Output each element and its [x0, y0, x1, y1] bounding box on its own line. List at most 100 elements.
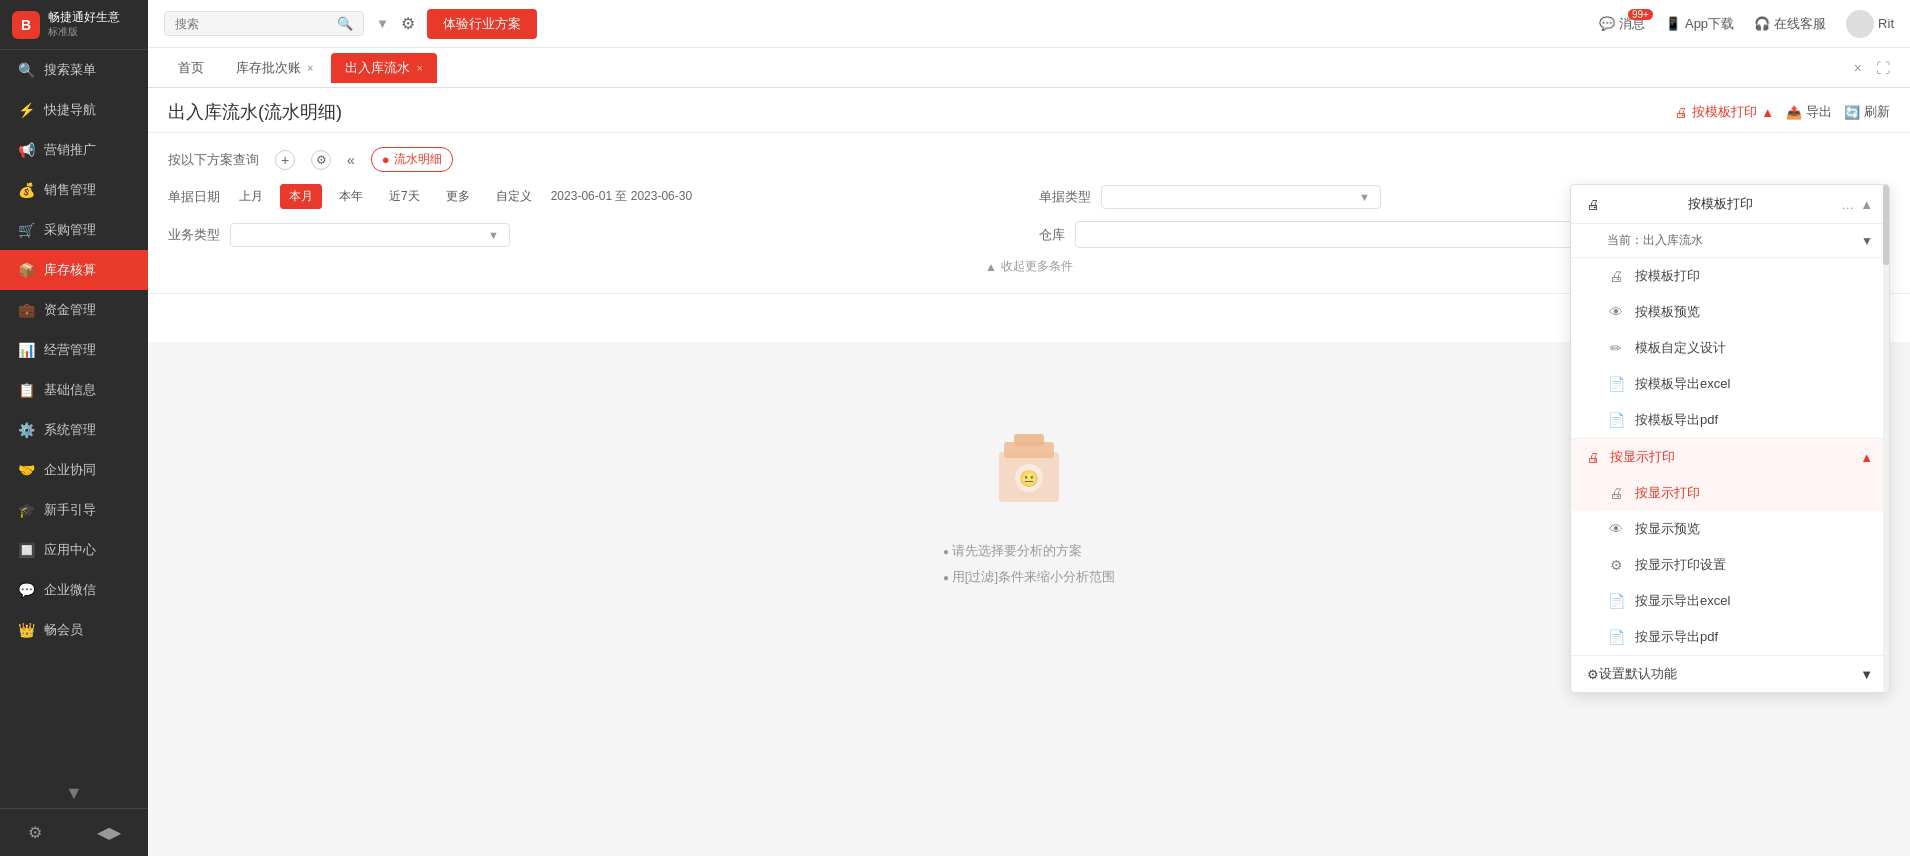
filter-collapse-button[interactable]: « — [347, 152, 355, 168]
app-download-button[interactable]: 📱 App下载 — [1665, 15, 1734, 33]
sidebar-item-finance[interactable]: 💼 资金管理 — [0, 290, 148, 330]
topbar: 🔍 ▼ ⚙ 体验行业方案 💬 消息 99+ 📱 App下载 🎧 在线客服 Rit — [148, 0, 1910, 48]
sidebar-label-operations: 经营管理 — [44, 341, 132, 359]
dropdown-footer[interactable]: ⚙ 设置默认功能 ▼ — [1571, 656, 1889, 692]
date-this-year-btn[interactable]: 本年 — [330, 184, 372, 209]
sidebar-item-inventory[interactable]: 📦 库存核算 — [0, 250, 148, 290]
dropdown-display-excel[interactable]: 📄 按显示导出excel — [1571, 583, 1889, 619]
trial-button[interactable]: 体验行业方案 — [427, 9, 537, 39]
app-version: 标准版 — [48, 25, 120, 39]
online-service-button[interactable]: 🎧 在线客服 — [1754, 15, 1826, 33]
bill-type-arrow-icon: ▼ — [1359, 191, 1370, 203]
sidebar-item-operations[interactable]: 📊 经营管理 — [0, 330, 148, 370]
sidebar-item-member[interactable]: 👑 畅会员 — [0, 610, 148, 650]
dropdown-template-print[interactable]: 🖨 按模板打印 — [1571, 258, 1889, 294]
sidebar-scroll-down[interactable]: ▼ — [0, 779, 148, 808]
sidebar-item-basic[interactable]: 📋 基础信息 — [0, 370, 148, 410]
export-icon: 📤 — [1786, 105, 1802, 120]
gear-icon[interactable]: ⚙ — [401, 14, 415, 33]
filter-tag-flow[interactable]: ● 流水明细 — [371, 147, 453, 172]
bill-type-select[interactable]: ▼ — [1101, 185, 1381, 209]
date-this-month-btn[interactable]: 本月 — [280, 184, 322, 209]
sidebar-item-search[interactable]: 🔍 搜索菜单 — [0, 50, 148, 90]
search-input[interactable] — [175, 17, 337, 31]
ellipsis-icon[interactable]: … — [1841, 197, 1854, 212]
tab-batch-close[interactable]: × — [307, 62, 313, 74]
dropdown-display-header[interactable]: 🖨 按显示打印 ▲ — [1571, 439, 1889, 475]
date-custom-btn[interactable]: 自定义 — [487, 184, 541, 209]
export-button[interactable]: 📤 导出 — [1786, 103, 1832, 121]
message-icon: 💬 — [1599, 16, 1615, 31]
sidebar-item-collab[interactable]: 🤝 企业协同 — [0, 450, 148, 490]
template-print-label: 按模板打印 — [1635, 267, 1700, 285]
filter-tag-icon: ● — [382, 152, 390, 167]
chevron-up-icon[interactable]: ▲ — [1860, 197, 1873, 212]
filter-config-button[interactable]: ⚙ — [311, 150, 331, 170]
sidebar-item-guide[interactable]: 🎓 新手引导 — [0, 490, 148, 530]
date-last-month-btn[interactable]: 上月 — [230, 184, 272, 209]
sidebar-collapse-button[interactable]: ◀▶ — [91, 817, 127, 848]
pdf-icon: 📄 — [1607, 412, 1625, 428]
sidebar-bottom: ⚙ ◀▶ — [0, 808, 148, 856]
sidebar-label-basic: 基础信息 — [44, 381, 132, 399]
sidebar-item-apps[interactable]: 🔲 应用中心 — [0, 530, 148, 570]
sidebar-item-system[interactable]: ⚙️ 系统管理 — [0, 410, 148, 450]
wechat-icon: 💬 — [16, 582, 36, 598]
dropdown-template-preview[interactable]: 👁 按模板预览 — [1571, 294, 1889, 330]
dropdown-display-print[interactable]: 🖨 按显示打印 — [1571, 475, 1889, 511]
dropdown-display-print-settings[interactable]: ⚙ 按显示打印设置 — [1571, 547, 1889, 583]
sidebar-item-marketing[interactable]: 📢 营销推广 — [0, 130, 148, 170]
tab-batch[interactable]: 库存批次账 × — [222, 53, 327, 83]
download-icon: 📱 — [1665, 16, 1681, 31]
footer-label: 设置默认功能 — [1599, 665, 1677, 683]
tab-flow-close[interactable]: × — [416, 62, 422, 74]
sidebar-label-guide: 新手引导 — [44, 501, 132, 519]
tab-close-all-icon[interactable]: × — [1850, 58, 1866, 78]
dropdown-template-pdf[interactable]: 📄 按模板导出pdf — [1571, 402, 1889, 438]
settings-icon: ⚙ — [1587, 667, 1599, 682]
dropdown-display-pdf[interactable]: 📄 按显示导出pdf — [1571, 619, 1889, 655]
scrollbar-track[interactable] — [1883, 185, 1889, 692]
logo-icon: B — [12, 11, 40, 39]
scrollbar-thumb[interactable] — [1883, 185, 1889, 265]
settings-button[interactable]: ⚙ — [22, 817, 48, 848]
dropdown-display-preview[interactable]: 👁 按显示预览 — [1571, 511, 1889, 547]
sidebar-label-sales: 销售管理 — [44, 181, 132, 199]
user-avatar-button[interactable]: Rit — [1846, 10, 1894, 38]
topbar-search-box[interactable]: 🔍 — [164, 11, 364, 36]
operations-icon: 📊 — [16, 342, 36, 358]
tab-resize-icon[interactable]: ⛶ — [1872, 58, 1894, 78]
sidebar-item-wechat[interactable]: 💬 企业微信 — [0, 570, 148, 610]
date-last7days-btn[interactable]: 近7天 — [380, 184, 429, 209]
refresh-button[interactable]: 🔄 刷新 — [1844, 103, 1890, 121]
chevron-down-icon[interactable]: ▼ — [376, 16, 389, 31]
print-template-button[interactable]: 🖨 按模板打印 ▲ — [1675, 103, 1774, 121]
chevron-up-icon: ▲ — [1860, 450, 1873, 465]
tab-home-label: 首页 — [178, 59, 204, 77]
sidebar-item-quicknav[interactable]: ⚡ 快捷导航 — [0, 90, 148, 130]
date-more-btn[interactable]: 更多 — [437, 184, 479, 209]
dropdown-current-template[interactable]: 当前：出入库流水 ▼ — [1571, 224, 1889, 258]
dropdown-template-custom[interactable]: ✏ 模板自定义设计 — [1571, 330, 1889, 366]
current-template-arrow-icon: ▼ — [1861, 234, 1873, 248]
sidebar-item-purchase[interactable]: 🛒 采购管理 — [0, 210, 148, 250]
chevron-down-icon: ▼ — [65, 783, 83, 804]
svg-text:😐: 😐 — [1019, 469, 1039, 488]
business-type-select[interactable]: ▼ — [230, 223, 510, 247]
topbar-right: 💬 消息 99+ 📱 App下载 🎧 在线客服 Rit — [1599, 10, 1894, 38]
excel-icon: 📄 — [1607, 376, 1625, 392]
template-excel-label: 按模板导出excel — [1635, 375, 1730, 393]
empty-tip-1: 请先选择要分析的方案 — [943, 538, 1115, 564]
dropdown-template-excel[interactable]: 📄 按模板导出excel — [1571, 366, 1889, 402]
message-badge: 99+ — [1628, 9, 1653, 20]
chevron-up-icon: ▲ — [1761, 105, 1774, 120]
message-button[interactable]: 💬 消息 99+ — [1599, 15, 1645, 33]
filter-add-button[interactable]: + — [275, 150, 295, 170]
tab-flow[interactable]: 出入库流水 × — [331, 53, 436, 83]
tab-home[interactable]: 首页 — [164, 53, 218, 83]
collab-icon: 🤝 — [16, 462, 36, 478]
username-label: Rit — [1878, 16, 1894, 31]
system-icon: ⚙️ — [16, 422, 36, 438]
content-area: 出入库流水(流水明细) 🖨 按模板打印 ▲ 📤 导出 🔄 刷新 — [148, 88, 1910, 856]
sidebar-item-sales[interactable]: 💰 销售管理 — [0, 170, 148, 210]
